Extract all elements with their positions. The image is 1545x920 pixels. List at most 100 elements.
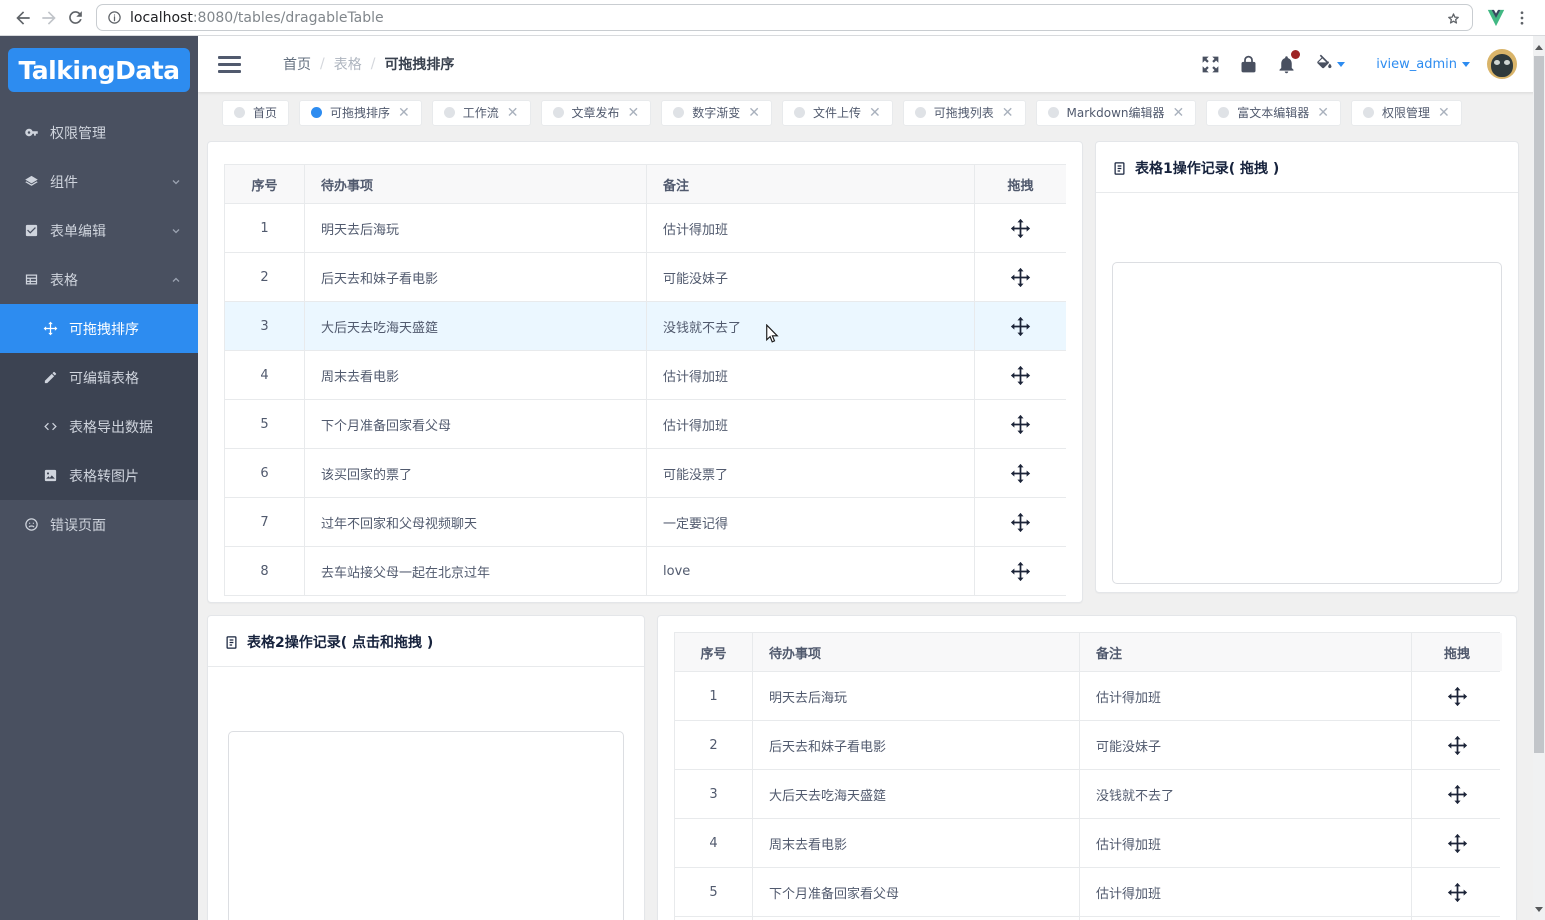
sidebar-subitem-table-export[interactable]: 表格导出数据	[0, 402, 198, 451]
notification-bell-icon[interactable]	[1276, 49, 1301, 75]
scrollbar-up-arrow[interactable]	[1533, 38, 1545, 52]
breadcrumb-section[interactable]: 表格	[334, 54, 362, 74]
breadcrumb-home[interactable]: 首页	[283, 54, 311, 74]
sidebar-subitem-table-to-image[interactable]: 表格转图片	[0, 451, 198, 500]
todo-cell: 后天去和妹子看电影	[305, 253, 647, 301]
sidebar-item-tables[interactable]: 表格	[0, 255, 198, 304]
close-icon[interactable]: ✕	[1173, 106, 1185, 120]
tab[interactable]: 文章发布 ✕	[540, 99, 652, 126]
browser-forward-button[interactable]	[36, 5, 62, 31]
avatar[interactable]	[1487, 49, 1517, 79]
table-row[interactable]: 2 后天去和妹子看电影 可能没妹子	[225, 252, 1066, 301]
sidebar-item-components[interactable]: 组件	[0, 157, 198, 206]
drag-handle-icon[interactable]	[1447, 784, 1468, 805]
tab[interactable]: 首页 ✕	[222, 99, 290, 126]
close-icon[interactable]: ✕	[1002, 106, 1014, 120]
vue-devtools-extension-icon[interactable]	[1483, 5, 1509, 31]
tab-status-dot	[794, 107, 806, 118]
sidebar-item-error-pages[interactable]: 错误页面	[0, 500, 198, 549]
note-cell: 可能没票了	[647, 449, 975, 497]
site-info-icon[interactable]	[107, 10, 122, 25]
breadcrumb: 首页 / 表格 / 可拖拽排序	[283, 54, 455, 74]
drag-handle-icon[interactable]	[1010, 267, 1031, 288]
sidebar-item-form-edit[interactable]: 表单编辑	[0, 206, 198, 255]
close-icon[interactable]: ✕	[748, 106, 760, 120]
close-icon[interactable]: ✕	[869, 106, 881, 120]
tab-label: 文件上传	[813, 106, 862, 120]
sidebar-subitem-draggable-sort[interactable]: 可拖拽排序	[0, 304, 198, 353]
drag-handle-icon[interactable]	[1010, 218, 1031, 239]
close-icon[interactable]: ✕	[628, 106, 640, 120]
app-logo[interactable]: TalkingData	[8, 48, 190, 92]
table-row[interactable]: 3 大后天去吃海天盛筵 没钱就不去了	[225, 301, 1066, 350]
table-row[interactable]: 2 后天去和妹子看电影 可能没妹子	[675, 720, 1502, 769]
table2-log-card: 表格2操作记录( 点击和拖拽 )	[207, 615, 645, 920]
bookmark-star-icon[interactable]	[1445, 9, 1462, 26]
tab[interactable]: 数字渐变 ✕	[661, 99, 773, 126]
table-row[interactable]: 4 周末去看电影 估计得加班	[675, 818, 1502, 867]
drag-handle-icon[interactable]	[1010, 365, 1031, 386]
user-menu[interactable]: iview_admin	[1376, 57, 1470, 72]
scrollbar-down-arrow[interactable]	[1533, 904, 1545, 918]
sidebar-subitem-editable-table[interactable]: 可编辑表格	[0, 353, 198, 402]
sidebar-subitem-label: 表格导出数据	[69, 419, 153, 436]
close-icon[interactable]: ✕	[398, 106, 410, 120]
row-index: 2	[225, 253, 305, 301]
tab[interactable]: 可拖拽排序 ✕	[299, 99, 422, 126]
note-cell: 没钱就不去了	[647, 302, 975, 350]
close-icon[interactable]: ✕	[507, 106, 519, 120]
scrollbar-thumb[interactable]	[1534, 56, 1544, 753]
browser-menu-icon[interactable]	[1509, 5, 1535, 31]
tab-status-dot	[914, 107, 926, 118]
browser-back-button[interactable]	[10, 5, 36, 31]
drag-handle-icon[interactable]	[1447, 833, 1468, 854]
drag-handle-icon[interactable]	[1010, 414, 1031, 435]
address-bar[interactable]: localhost:8080/tables/dragableTable	[96, 4, 1473, 31]
table-row[interactable]: 6 该买回家的票了 可能没票了	[225, 448, 1066, 497]
drag-handle-icon[interactable]	[1010, 316, 1031, 337]
table2-log-list	[228, 731, 624, 920]
drag-handle-icon[interactable]	[1010, 463, 1031, 484]
sidebar-collapse-button[interactable]	[218, 55, 241, 73]
table-row[interactable]: 5 下个月准备回家看父母 估计得加班	[225, 399, 1066, 448]
chevron-down-icon	[172, 179, 180, 184]
table-icon	[25, 274, 38, 285]
theme-switcher[interactable]	[1314, 54, 1346, 74]
tab-status-dot	[1047, 107, 1059, 118]
tab-status-dot	[673, 107, 685, 118]
table-row[interactable]: 1 明天去后海玩 估计得加班	[675, 671, 1502, 720]
tab[interactable]: 工作流 ✕	[431, 99, 531, 126]
page-scrollbar[interactable]	[1533, 36, 1545, 920]
notification-badge	[1291, 49, 1301, 59]
tab[interactable]: Markdown编辑器 ✕	[1035, 99, 1197, 126]
chevron-down-icon	[1337, 61, 1346, 71]
drag-handle-icon[interactable]	[1010, 512, 1031, 533]
table-row[interactable]: 6 该买回家的票了 可能没票了	[675, 916, 1502, 920]
table-row[interactable]: 3 大后天去吃海天盛筵 没钱就不去了	[675, 769, 1502, 818]
table-row[interactable]: 5 下个月准备回家看父母 估计得加班	[675, 867, 1502, 916]
checkbox-icon	[25, 224, 38, 237]
tab[interactable]: 富文本编辑器 ✕	[1206, 99, 1341, 126]
tab[interactable]: 文件上传 ✕	[782, 99, 893, 126]
close-icon[interactable]: ✕	[1317, 106, 1329, 120]
table-row[interactable]: 4 周末去看电影 估计得加班	[225, 350, 1066, 399]
tab-status-dot	[234, 107, 245, 118]
sidebar-item-permissions[interactable]: 权限管理	[0, 108, 198, 157]
table-row[interactable]: 7 过年不回家和父母视频聊天 一定要记得	[225, 497, 1066, 546]
sidebar-subitem-label: 可拖拽排序	[69, 321, 139, 338]
table-header-row: 序号 待办事项 备注 拖拽	[675, 633, 1502, 671]
table-row[interactable]: 1 明天去后海玩 估计得加班	[225, 203, 1066, 252]
table-row[interactable]: 8 去车站接父母一起在北京过年 love	[225, 546, 1066, 595]
drag-handle-icon[interactable]	[1447, 686, 1468, 707]
fullscreen-icon[interactable]	[1200, 54, 1221, 75]
browser-reload-button[interactable]	[62, 5, 88, 31]
drag-handle-icon[interactable]	[1447, 882, 1468, 903]
tab[interactable]: 可拖拽列表 ✕	[902, 99, 1026, 126]
draggable-table-2: 序号 待办事项 备注 拖拽 1 明天去后海玩 估计得加班 2 后天去和妹子看电影…	[674, 632, 1502, 920]
tab[interactable]: 权限管理 ✕	[1350, 99, 1462, 126]
lock-icon[interactable]	[1238, 54, 1259, 75]
drag-handle-icon[interactable]	[1447, 735, 1468, 756]
close-icon[interactable]: ✕	[1438, 106, 1450, 120]
todo-cell: 该买回家的票了	[305, 449, 647, 497]
drag-handle-icon[interactable]	[1010, 561, 1031, 582]
